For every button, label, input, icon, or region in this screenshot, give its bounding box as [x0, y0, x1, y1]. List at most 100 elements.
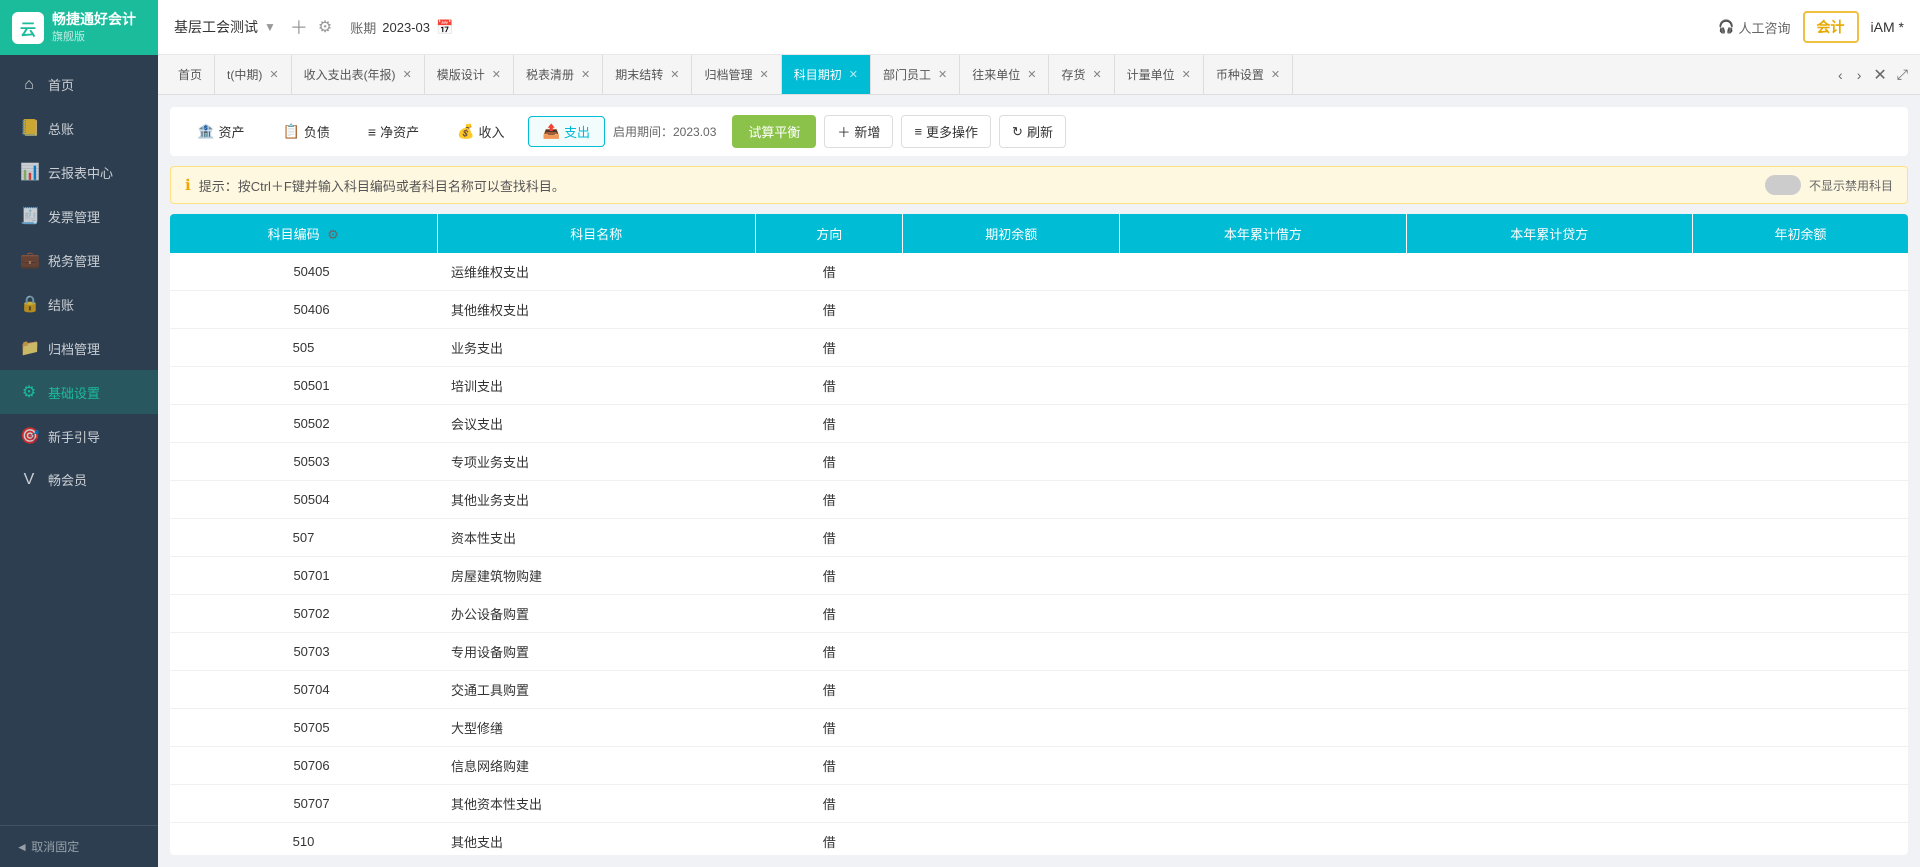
tab-currency[interactable]: 币种设置✕ — [1204, 55, 1293, 95]
sidebar-item-invoice[interactable]: 🧾发票管理 — [0, 194, 158, 238]
table-row[interactable]: 50704 交通工具购置 借 — [170, 671, 1908, 709]
tab-label: 收入支出表(年报) — [304, 66, 396, 83]
accounts-table-wrap[interactable]: 科目编码 ⚙ 科目名称 方向 期初余额 本年累计借方 本年累计贷方 年初余额 5… — [170, 214, 1908, 855]
tab-close-icon[interactable]: ✕ — [403, 68, 412, 81]
cell-opening — [903, 329, 1120, 367]
tab-close-icon[interactable]: ✕ — [1182, 68, 1191, 81]
sidebar-item-archive[interactable]: 📁归档管理 — [0, 326, 158, 370]
tab-close-icon[interactable]: ✕ — [269, 68, 278, 81]
tab-archive[interactable]: 归档管理✕ — [692, 55, 781, 95]
table-row[interactable]: 50705 大型修缮 借 — [170, 709, 1908, 747]
tab-close-icon[interactable]: ✕ — [849, 68, 858, 81]
cell-opening — [903, 785, 1120, 823]
cell-code: 50701 — [170, 557, 437, 595]
table-row[interactable]: 510 其他支出 借 — [170, 823, 1908, 856]
sidebar-item-report[interactable]: 📊云报表中心 — [0, 150, 158, 194]
col-code-settings-icon[interactable]: ⚙ — [327, 227, 339, 242]
tab-close-icon[interactable]: ✕ — [581, 68, 590, 81]
accountant-button[interactable]: 会计 — [1803, 11, 1859, 43]
cell-name: 运维维权支出 — [437, 253, 756, 291]
table-row[interactable]: 50702 办公设备购置 借 — [170, 595, 1908, 633]
sidebar-item-close[interactable]: 🔒结账 — [0, 282, 158, 326]
cell-name: 专用设备购置 — [437, 633, 756, 671]
tab-yearend[interactable]: 期末结转✕ — [603, 55, 692, 95]
iam-label: iAM * — [1871, 19, 1904, 35]
sidebar-item-guide[interactable]: 🎯新手引导 — [0, 414, 158, 458]
balance-button[interactable]: 试算平衡 — [732, 115, 816, 148]
tab-close-icon[interactable]: ✕ — [670, 68, 679, 81]
tab-inventory[interactable]: 存货✕ — [1049, 55, 1114, 95]
tab-income[interactable]: 收入支出表(年报) ✕ — [292, 55, 425, 95]
table-row[interactable]: 50706 信息网络购建 借 — [170, 747, 1908, 785]
table-row[interactable]: 50503 专项业务支出 借 — [170, 443, 1908, 481]
cell-ytd-credit — [1406, 291, 1692, 329]
sidebar-item-tax[interactable]: 💼税务管理 — [0, 238, 158, 282]
period-selector[interactable]: 账期 2023-03 📅 — [350, 18, 453, 37]
add-org-button[interactable]: ＋ — [290, 14, 308, 40]
table-header: 科目编码 ⚙ 科目名称 方向 期初余额 本年累计借方 本年累计贷方 年初余额 — [170, 214, 1908, 253]
filter-tab-expenditure[interactable]: 📤支出 — [528, 116, 605, 147]
table-row[interactable]: 50501 培训支出 借 — [170, 367, 1908, 405]
liability-icon: 📋 — [282, 123, 299, 140]
cell-ytd-credit — [1406, 823, 1692, 856]
tab-scroll-left[interactable]: ‹ — [1832, 63, 1849, 87]
tab-label: 计量单位 — [1127, 66, 1175, 83]
tab-close-icon[interactable]: ✕ — [1092, 68, 1101, 81]
filter-tab-asset[interactable]: 🏦资产 — [182, 116, 259, 147]
more-button[interactable]: ≡ 更多操作 — [901, 115, 991, 148]
table-row[interactable]: 505 业务支出 借 — [170, 329, 1908, 367]
settings-icon[interactable]: ⚙ — [318, 17, 332, 37]
expand-button[interactable]: ⤢ — [1893, 62, 1912, 87]
sidebar-item-member[interactable]: V畅会员 — [0, 458, 158, 501]
tabbar: 首页t(中期)✕收入支出表(年报)✕模版设计✕税表清册✕期末结转✕归档管理✕科目… — [158, 55, 1920, 95]
filter-tab-liability[interactable]: 📋负债 — [267, 116, 344, 147]
tab-close-icon[interactable]: ✕ — [938, 68, 947, 81]
sidebar-item-home[interactable]: ⌂首页 — [0, 63, 158, 106]
tab-template[interactable]: 模版设计✕ — [425, 55, 514, 95]
col-ytd-debit: 本年累计借方 — [1120, 214, 1406, 253]
tab-unit[interactable]: 往来单位✕ — [960, 55, 1049, 95]
table-row[interactable]: 50703 专用设备购置 借 — [170, 633, 1908, 671]
cell-opening — [903, 291, 1120, 329]
cell-ytd-credit — [1406, 405, 1692, 443]
tab-scroll-right[interactable]: › — [1851, 63, 1868, 87]
sidebar-item-ledger[interactable]: 📒总账 — [0, 106, 158, 150]
col-direction: 方向 — [756, 214, 903, 253]
support-button[interactable]: 🎧 人工咨询 — [1718, 18, 1790, 37]
tab-close-icon[interactable]: ✕ — [760, 68, 769, 81]
cell-year-open — [1692, 519, 1908, 557]
asset-icon: 🏦 — [197, 123, 214, 140]
tab-home[interactable]: 首页 — [166, 55, 215, 95]
table-row[interactable]: 50707 其他资本性支出 借 — [170, 785, 1908, 823]
sidebar-item-label: 结账 — [48, 295, 74, 314]
cell-year-open — [1692, 481, 1908, 519]
disable-toggle[interactable] — [1765, 175, 1801, 195]
filter-tab-net_asset[interactable]: ≡净资产 — [353, 116, 434, 147]
tab-close-icon[interactable]: ✕ — [1271, 68, 1280, 81]
tab-dept[interactable]: 部门员工✕ — [871, 55, 960, 95]
sidebar-footer-toggle[interactable]: ◄ 取消固定 — [0, 825, 158, 867]
tab-close-icon[interactable]: ✕ — [492, 68, 501, 81]
refresh-button[interactable]: ↻ 刷新 — [999, 115, 1066, 148]
org-selector[interactable]: 基层工会测试 ▼ — [174, 17, 276, 37]
cell-name: 房屋建筑物购建 — [437, 557, 756, 595]
table-row[interactable]: 50502 会议支出 借 — [170, 405, 1908, 443]
add-button[interactable]: ＋ + 新增 新增 — [824, 115, 893, 148]
table-row[interactable]: 507 资本性支出 借 — [170, 519, 1908, 557]
sidebar-item-settings[interactable]: ⚙基础设置 — [0, 370, 158, 414]
sidebar-item-label: 首页 — [48, 75, 74, 94]
table-row[interactable]: 50405 运维维权支出 借 — [170, 253, 1908, 291]
cell-code: 507 — [170, 519, 437, 557]
tab-close-icon[interactable]: ✕ — [1027, 68, 1036, 81]
cell-ytd-debit — [1120, 443, 1406, 481]
filter-tab-income[interactable]: 💰收入 — [442, 116, 519, 147]
tab-period_init[interactable]: 科目期初✕ — [782, 55, 871, 95]
tab-measure[interactable]: 计量单位 ✕ — [1115, 55, 1204, 95]
table-row[interactable]: 50504 其他业务支出 借 — [170, 481, 1908, 519]
cell-opening — [903, 595, 1120, 633]
tab-period[interactable]: t(中期)✕ — [215, 55, 292, 95]
table-row[interactable]: 50406 其他维权支出 借 — [170, 291, 1908, 329]
table-row[interactable]: 50701 房屋建筑物购建 借 — [170, 557, 1908, 595]
close-all-tabs-button[interactable]: ✕ — [1869, 61, 1890, 89]
tab-tax[interactable]: 税表清册✕ — [514, 55, 603, 95]
